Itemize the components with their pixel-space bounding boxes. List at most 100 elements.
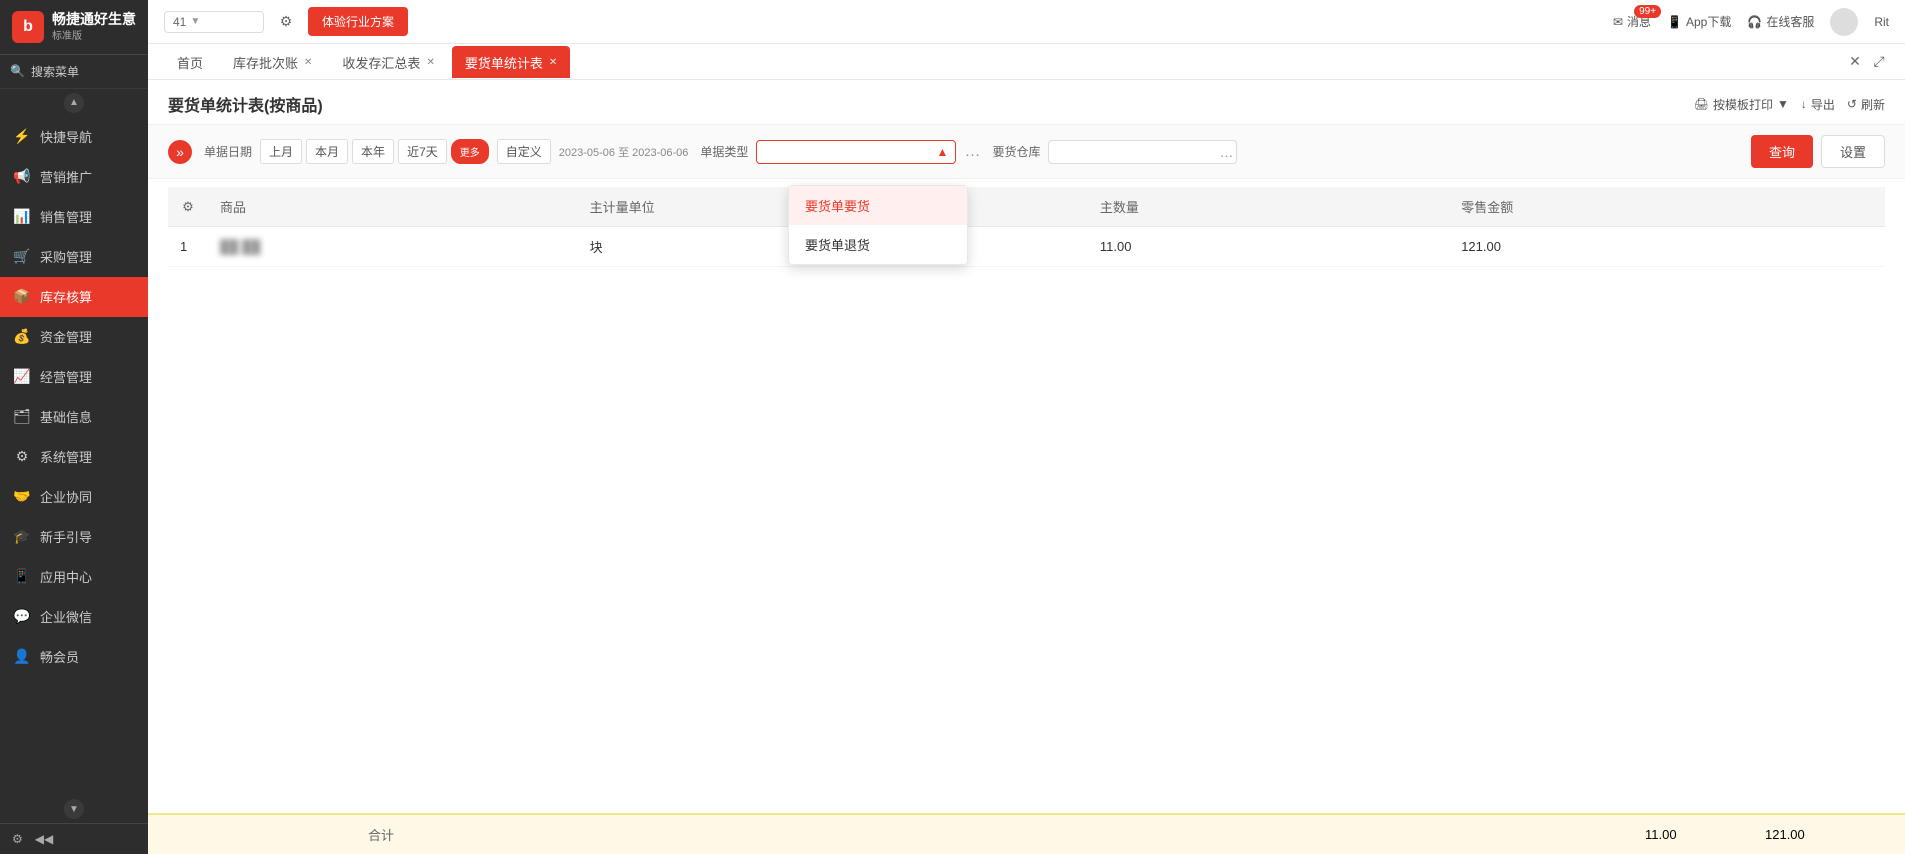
sidebar-item-member[interactable]: 👤 畅会员 [0, 637, 148, 677]
date-filter-label: 单据日期 [204, 143, 252, 160]
sidebar-item-sales[interactable]: 📊 销售管理 [0, 197, 148, 237]
tab-home[interactable]: 首页 [164, 46, 216, 78]
scroll-up-btn[interactable]: ▲ [64, 93, 84, 113]
dropdown-item-order-return[interactable]: 要货单退货 [789, 225, 967, 264]
doc-type-dropdown: 要货单要货 要货单退货 [788, 185, 968, 265]
table-area: ⚙ 商品 主计量单位 主数量 零售金额 1 ██ ██ 块 [148, 187, 1905, 267]
sidebar-item-system[interactable]: ⚙ 系统管理 [0, 437, 148, 477]
table-col-amount: 零售金额 [1449, 187, 1885, 227]
filter-more-btn[interactable]: … [964, 143, 980, 161]
table-col-quantity: 主数量 [1088, 187, 1449, 227]
warehouse-input[interactable] [1048, 140, 1237, 164]
sidebar-item-quick-nav[interactable]: ⚡ 快捷导航 [0, 117, 148, 157]
tab-order-stats[interactable]: 要货单统计表 ✕ [452, 46, 570, 78]
sidebar-item-base[interactable]: 🗂 基础信息 [0, 397, 148, 437]
warehouse-select-wrapper: … [1048, 140, 1237, 164]
app-download-btn[interactable]: 📱 App下载 [1667, 13, 1731, 30]
sales-icon: 📊 [12, 207, 32, 227]
sidebar-item-finance[interactable]: 💰 资金管理 [0, 317, 148, 357]
last-7-days-btn[interactable]: 近7天 [398, 139, 447, 164]
table-settings-col[interactable]: ⚙ [168, 187, 208, 227]
doc-type-arrow-icon[interactable]: ▲ [937, 145, 949, 159]
row-amount: 121.00 [1449, 227, 1885, 267]
print-arrow-icon: ▼ [1777, 97, 1789, 111]
page-title: 要货单统计表(按商品) [168, 92, 323, 116]
table-footer-wrapper: 合计 11.00 121.00 [148, 813, 1905, 854]
sidebar-item-purchase[interactable]: 🛒 采购管理 [0, 237, 148, 277]
store-selector-arrow-icon: ▼ [190, 16, 200, 27]
logo-text: 畅捷通好生意 标准版 [52, 10, 136, 44]
row-quantity: 11.00 [1088, 227, 1449, 267]
date-range-display: 2023-05-06 至 2023-06-06 [559, 144, 689, 160]
enterprise-icon: 🤝 [12, 487, 32, 507]
tab-order-stats-close[interactable]: ✕ [549, 57, 557, 68]
finance-icon: 💰 [12, 327, 32, 347]
query-btn[interactable]: 查询 [1751, 135, 1813, 168]
page-header: 要货单统计表(按商品) 🖨 按模板打印 ▼ ↓ 导出 ↺ 刷新 [148, 80, 1905, 125]
collapse-btn[interactable]: ◀◀ [35, 832, 53, 846]
scroll-down-btn[interactable]: ▼ [64, 799, 84, 819]
row-index: 1 [168, 227, 208, 267]
sidebar-logo: b 畅捷通好生意 标准版 [0, 0, 148, 55]
table-row: 1 ██ ██ 块 11.00 121.00 [168, 227, 1885, 267]
table-col-product: 商品 [208, 187, 578, 227]
this-year-btn[interactable]: 本年 [352, 139, 394, 164]
trial-btn[interactable]: 体验行业方案 [308, 7, 408, 36]
app-center-icon: 📱 [12, 567, 32, 587]
base-icon: 🗂 [12, 407, 32, 427]
doc-type-select-wrapper: ▲ [756, 140, 956, 164]
header-gear-btn[interactable]: ⚙ [272, 8, 300, 36]
doc-type-input[interactable] [756, 140, 956, 164]
this-month-btn[interactable]: 本月 [306, 139, 348, 164]
more-dates-btn[interactable]: 更多 [451, 139, 489, 164]
user-avatar[interactable] [1830, 8, 1858, 36]
tab-close-all-btn[interactable]: ✕ [1845, 52, 1865, 72]
search-menu[interactable]: 🔍 搜索菜单 [0, 55, 148, 89]
store-selector[interactable]: 41 ▼ [164, 11, 264, 33]
sidebar-item-marketing[interactable]: 📢 营销推广 [0, 157, 148, 197]
sidebar-item-guide[interactable]: 🎓 新手引导 [0, 517, 148, 557]
print-btn[interactable]: 🖨 按模板打印 ▼ [1694, 96, 1789, 113]
business-icon: 📈 [12, 367, 32, 387]
refresh-btn[interactable]: ↺ 刷新 [1847, 96, 1885, 113]
purchase-icon: 🛒 [12, 247, 32, 267]
table-footer: 合计 11.00 121.00 [148, 813, 1905, 854]
online-service-btn[interactable]: 🎧 在线客服 [1747, 13, 1814, 30]
sidebar-scroll-down-area: ▼ [0, 795, 148, 823]
tab-inventory-batch[interactable]: 库存批次账 ✕ [220, 46, 325, 78]
prev-month-btn[interactable]: 上月 [260, 139, 302, 164]
tab-inventory-batch-close[interactable]: ✕ [304, 57, 312, 68]
row-product: ██ ██ [208, 227, 578, 267]
top-header: 41 ▼ ⚙ 体验行业方案 ✉ 消息 99+ 📱 App下载 🎧 在线客服 [148, 0, 1905, 44]
dropdown-item-order-goods[interactable]: 要货单要货 [789, 186, 967, 225]
sidebar-item-wechat[interactable]: 💬 企业微信 [0, 597, 148, 637]
inventory-icon: 📦 [12, 287, 32, 307]
refresh-icon: ↺ [1847, 97, 1857, 111]
settings-bottom-btn[interactable]: ⚙ [12, 832, 23, 846]
messages-badge: 99+ [1634, 5, 1661, 18]
sidebar-item-app-center[interactable]: 📱 应用中心 [0, 557, 148, 597]
warehouse-label: 要货仓库 [992, 143, 1040, 160]
table-settings-icon: ⚙ [182, 199, 194, 214]
tab-receive-summary[interactable]: 收发存汇总表 ✕ [329, 46, 447, 78]
filter-bar: » 单据日期 上月 本月 本年 近7天 更多 自定义 2023-05-06 至 … [148, 125, 1905, 179]
tab-expand-btn[interactable]: ⤢ [1869, 52, 1889, 72]
doc-type-filter-group: 单据类型 ▲ … [700, 140, 980, 164]
filter-expand-btn[interactable]: » [168, 140, 192, 164]
custom-date-btn[interactable]: 自定义 [497, 139, 551, 164]
export-btn[interactable]: ↓ 导出 [1801, 96, 1835, 113]
settings-bottom-icon: ⚙ [12, 832, 23, 846]
sidebar-item-enterprise[interactable]: 🤝 企业协同 [0, 477, 148, 517]
footer-label: 合计 [368, 825, 588, 844]
filter-settings-btn[interactable]: 设置 [1821, 135, 1885, 168]
messages-btn[interactable]: ✉ 消息 99+ [1613, 13, 1651, 30]
footer-amount: 121.00 [1765, 827, 1885, 842]
sidebar-scroll-up: ▲ [0, 89, 148, 117]
warehouse-more-btn[interactable]: … [1219, 144, 1233, 160]
sidebar-item-inventory[interactable]: 📦 库存核算 [0, 277, 148, 317]
date-quick-btns: 上月 本月 本年 近7天 更多 [260, 139, 489, 164]
sidebar-item-business[interactable]: 📈 经营管理 [0, 357, 148, 397]
online-service-icon: 🎧 [1747, 15, 1762, 29]
tab-receive-summary-close[interactable]: ✕ [426, 57, 434, 68]
warehouse-filter-group: 要货仓库 … [992, 140, 1237, 164]
